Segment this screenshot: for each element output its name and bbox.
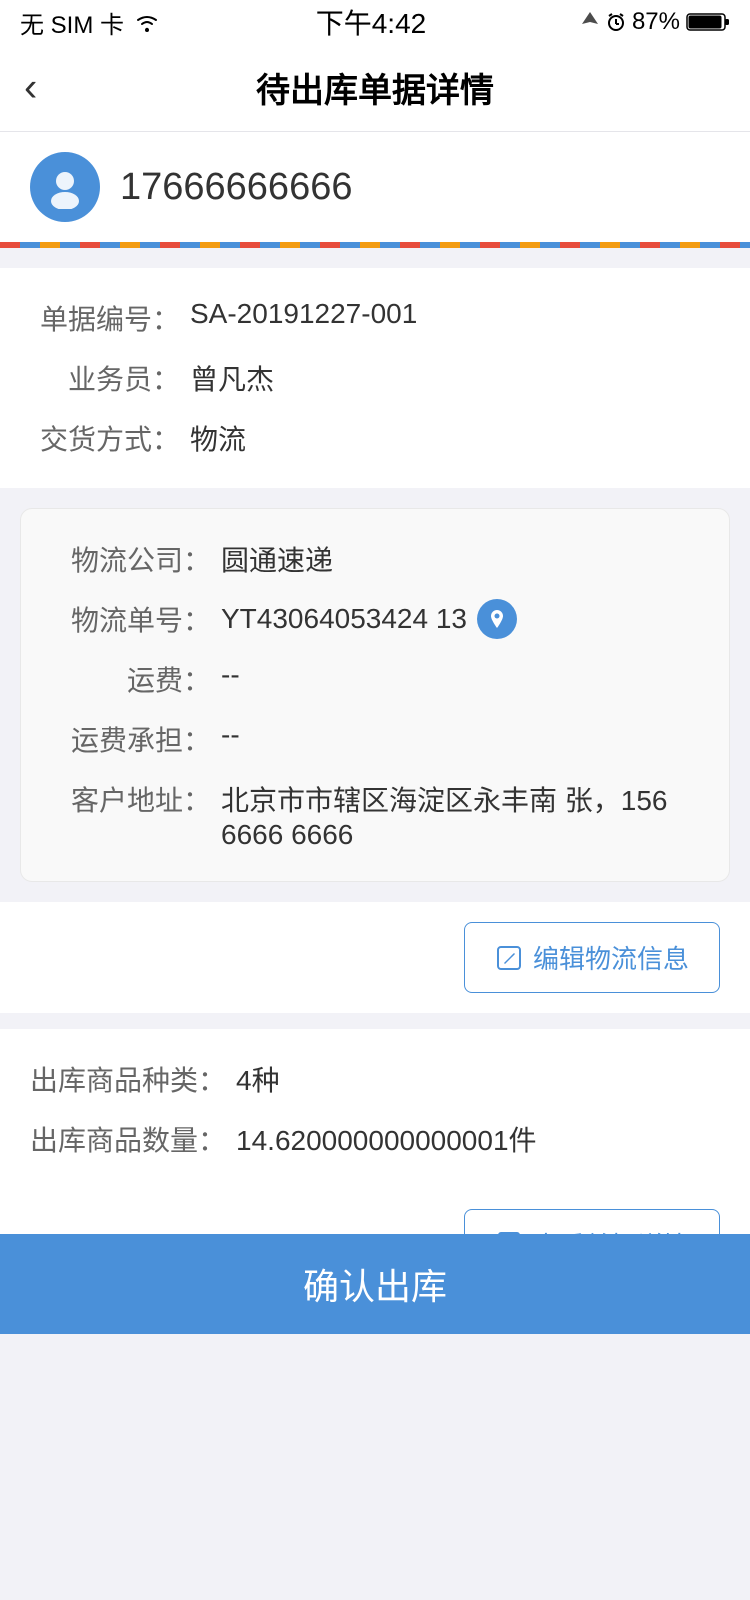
logistics-company-label: 物流公司： [51, 539, 211, 579]
edit-logistics-label: 编辑物流信息 [533, 939, 689, 976]
battery-icon [686, 11, 730, 33]
confirm-btn-label: 确认出库 [303, 1258, 447, 1310]
logistics-freight-bearer-label: 运费承担： [51, 719, 211, 759]
logistics-freight-label: 运费： [51, 659, 211, 699]
logistics-tracking-value: YT43064053424 13 [211, 599, 699, 639]
edit-logistics-button[interactable]: 编辑物流信息 [464, 922, 720, 993]
goods-section: 出库商品种类： 4种 出库商品数量： 14.620000000000001件 [0, 1029, 750, 1189]
user-avatar [30, 152, 100, 222]
status-bar: 无 SIM 卡 下午4:42 87% [0, 0, 750, 44]
dashed-border [0, 242, 750, 248]
carrier-text: 无 SIM 卡 [20, 5, 124, 40]
logistics-address-label: 客户地址： [51, 779, 211, 819]
logistics-freight-row: 运费： -- [51, 659, 699, 699]
status-right: 87% [580, 8, 730, 36]
logistics-freight-value: -- [211, 659, 699, 691]
alarm-icon [606, 11, 626, 33]
battery-text: 87% [632, 8, 680, 36]
avatar-icon [43, 165, 87, 209]
delivery-row: 交货方式： 物流 [30, 418, 720, 458]
nav-bar: ‹ 待出库单据详情 [0, 44, 750, 132]
goods-quantity-row: 出库商品数量： 14.620000000000001件 [30, 1119, 720, 1159]
logistics-address-value: 北京市市辖区海淀区永丰南 张，156 6666 6666 [211, 779, 699, 851]
logistics-tracking-row: 物流单号： YT43064053424 13 [51, 599, 699, 639]
order-no-row: 单据编号： SA-20191227-001 [30, 298, 720, 338]
user-header: 17666666666 [0, 132, 750, 242]
salesperson-row: 业务员： 曾凡杰 [30, 358, 720, 398]
goods-types-value: 4种 [226, 1059, 720, 1099]
edit-btn-row: 编辑物流信息 [0, 902, 750, 1013]
location-status-icon [580, 10, 600, 34]
delivery-label: 交货方式： [30, 418, 180, 458]
logistics-company-value: 圆通速递 [211, 539, 699, 579]
confirm-btn-area[interactable]: 确认出库 [0, 1234, 750, 1334]
goods-types-row: 出库商品种类： 4种 [30, 1059, 720, 1099]
edit-icon [495, 944, 523, 972]
section-divider [0, 1013, 750, 1029]
status-left: 无 SIM 卡 [20, 5, 162, 40]
order-no-value: SA-20191227-001 [180, 298, 720, 330]
map-pin-icon [486, 608, 508, 630]
tracking-location-icon[interactable] [477, 599, 517, 639]
goods-quantity-value: 14.620000000000001件 [226, 1119, 720, 1159]
logistics-tracking-label: 物流单号： [51, 599, 211, 639]
logistics-freight-bearer-row: 运费承担： -- [51, 719, 699, 759]
delivery-value: 物流 [180, 418, 720, 458]
goods-quantity-label: 出库商品数量： [30, 1119, 226, 1159]
salesperson-value: 曾凡杰 [180, 358, 720, 398]
status-time: 下午4:42 [316, 2, 427, 42]
logistics-freight-bearer-value: -- [211, 719, 699, 751]
logistics-section: 物流公司： 圆通速递 物流单号： YT43064053424 13 运费： --… [20, 508, 730, 882]
nav-title: 待出库单据详情 [256, 63, 494, 112]
order-no-label: 单据编号： [30, 298, 180, 338]
logistics-company-row: 物流公司： 圆通速递 [51, 539, 699, 579]
back-button[interactable]: ‹ [24, 65, 37, 110]
wifi-icon [132, 11, 162, 33]
goods-types-label: 出库商品种类： [30, 1059, 226, 1099]
basic-info-section: 单据编号： SA-20191227-001 业务员： 曾凡杰 交货方式： 物流 [0, 268, 750, 488]
salesperson-label: 业务员： [30, 358, 180, 398]
logistics-address-row: 客户地址： 北京市市辖区海淀区永丰南 张，156 6666 6666 [51, 779, 699, 851]
user-phone: 17666666666 [120, 166, 352, 209]
